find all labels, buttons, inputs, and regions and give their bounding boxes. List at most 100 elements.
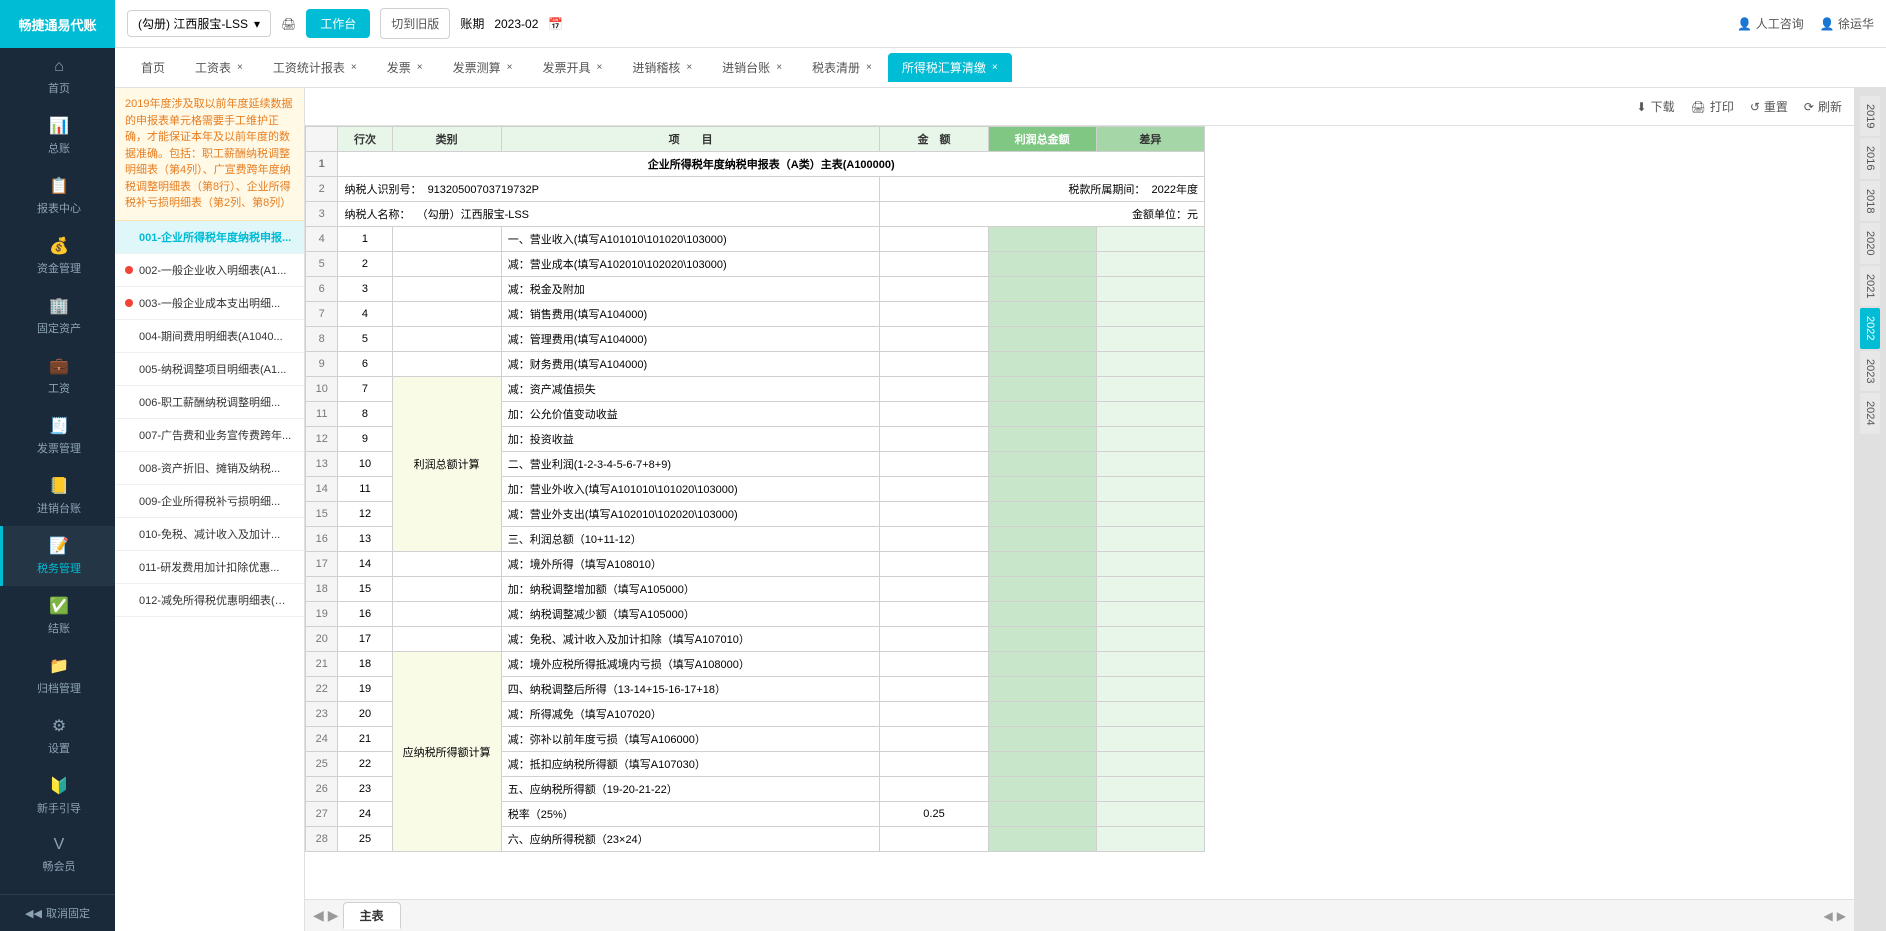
year-item-2016[interactable]: 2016 [1860,138,1880,178]
profit-2[interactable] [988,252,1096,277]
tab-invoice-open[interactable]: 发票开具× [528,53,616,82]
diff-18[interactable] [1096,652,1204,677]
diff-7[interactable] [1096,377,1204,402]
prev-sheet-icon[interactable]: ◀ [313,907,324,924]
diff-4[interactable] [1096,302,1204,327]
reset-button[interactable]: ↺ 重置 [1750,98,1788,115]
amount-25[interactable] [880,827,988,852]
tab-home[interactable]: 首页 [127,53,179,82]
diff-20[interactable] [1096,702,1204,727]
amount-2[interactable] [880,252,988,277]
profit-23[interactable] [988,777,1096,802]
sidebar-item-tax-mgmt[interactable]: 📝 税务管理 [0,526,115,586]
diff-2[interactable] [1096,252,1204,277]
sidebar-item-member[interactable]: V 畅会员 [0,826,115,884]
amount-15[interactable] [880,577,988,602]
amount-17[interactable] [880,627,988,652]
form-item-003[interactable]: 003-一般企业成本支出明细... [115,287,304,320]
profit-14[interactable] [988,552,1096,577]
year-item-2019[interactable]: 2019 [1860,96,1880,136]
year-item-2022[interactable]: 2022 [1860,308,1880,348]
diff-12[interactable] [1096,502,1204,527]
table-container[interactable]: 行次 类别 项 目 金 额 利润总金额 差异 1 企业所得税年度纳税申报表（A类… [305,126,1854,899]
year-item-2018[interactable]: 2018 [1860,181,1880,221]
next-sheet-icon[interactable]: ▶ [328,907,339,924]
sidebar-item-new-guide[interactable]: 🔰 新手引导 [0,766,115,826]
form-item-005[interactable]: 005-纳税调整项目明细表(A1... [115,353,304,386]
tab-invoice[interactable]: 发票× [373,53,437,82]
form-item-002[interactable]: 002-一般企业收入明细表(A1... [115,254,304,287]
tab-close-tax-clear[interactable]: × [866,62,872,73]
calendar-icon[interactable]: 📅 [548,17,563,31]
amount-21[interactable] [880,727,988,752]
print-icon-header[interactable]: 🖨 [281,17,296,31]
diff-14[interactable] [1096,552,1204,577]
profit-18[interactable] [988,652,1096,677]
sheet-nav[interactable]: ◀ ▶ [313,907,339,924]
switch-version-button[interactable]: 切到旧版 [380,8,450,39]
amount-11[interactable] [880,477,988,502]
refresh-button[interactable]: ⟳ 刷新 [1804,98,1842,115]
sheet-tab-main[interactable]: 主表 [343,902,401,929]
amount-10[interactable] [880,452,988,477]
diff-11[interactable] [1096,477,1204,502]
tab-close-payroll-stats[interactable]: × [351,62,357,73]
diff-17[interactable] [1096,627,1204,652]
diff-10[interactable] [1096,452,1204,477]
tab-close-income-tax[interactable]: × [992,62,998,73]
company-selector[interactable]: (勾册) 江西服宝-LSS ▾ [127,10,271,37]
sidebar-item-payroll[interactable]: 💼 工资 [0,346,115,406]
profit-24[interactable] [988,802,1096,827]
diff-25[interactable] [1096,827,1204,852]
username[interactable]: 👤 徐运华 [1820,15,1874,32]
diff-13[interactable] [1096,527,1204,552]
diff-23[interactable] [1096,777,1204,802]
form-item-006[interactable]: 006-职工薪酬纳税调整明细... [115,386,304,419]
diff-22[interactable] [1096,752,1204,777]
profit-10[interactable] [988,452,1096,477]
amount-8[interactable] [880,402,988,427]
profit-17[interactable] [988,627,1096,652]
sidebar-footer[interactable]: ◀◀ 取消固定 [0,894,115,931]
year-item-2021[interactable]: 2021 [1860,266,1880,306]
form-item-001[interactable]: 001-企业所得税年度纳税申报... [115,221,304,254]
tab-invoice-check[interactable]: 进销稽核× [618,53,706,82]
sidebar-item-fund[interactable]: 💰 资金管理 [0,226,115,286]
diff-6[interactable] [1096,352,1204,377]
tab-close-invoice-check[interactable]: × [686,62,692,73]
user-service[interactable]: 👤 人工咨询 [1737,15,1803,32]
amount-14[interactable] [880,552,988,577]
year-item-2023[interactable]: 2023 [1860,351,1880,391]
sidebar-item-report[interactable]: 📋 报表中心 [0,166,115,226]
profit-15[interactable] [988,577,1096,602]
profit-5[interactable] [988,327,1096,352]
sidebar-item-fixed-assets[interactable]: 🏢 固定资产 [0,286,115,346]
print-button[interactable]: 🖨 打印 [1691,98,1734,115]
form-item-011[interactable]: 011-研发费用加计扣除优惠... [115,551,304,584]
profit-4[interactable] [988,302,1096,327]
diff-1[interactable] [1096,227,1204,252]
form-item-007[interactable]: 007-广告费和业务宣传费跨年... [115,419,304,452]
scroll-left-icon[interactable]: ◀ [1824,909,1833,923]
diff-21[interactable] [1096,727,1204,752]
profit-3[interactable] [988,277,1096,302]
amount-7[interactable] [880,377,988,402]
sidebar-item-settlement[interactable]: ✅ 结账 [0,586,115,646]
amount-6[interactable] [880,352,988,377]
diff-5[interactable] [1096,327,1204,352]
form-item-004[interactable]: 004-期间费用明细表(A1040... [115,320,304,353]
tab-income-tax[interactable]: 所得税汇算清缴× [888,53,1012,82]
amount-24[interactable]: 0.25 [880,802,988,827]
profit-16[interactable] [988,602,1096,627]
form-item-012[interactable]: 012-减免所得税优惠明细表(… [115,584,304,617]
sidebar-item-settings[interactable]: ⚙ 设置 [0,706,115,766]
profit-8[interactable] [988,402,1096,427]
profit-20[interactable] [988,702,1096,727]
download-button[interactable]: ⬇ 下载 [1637,98,1675,115]
profit-7[interactable] [988,377,1096,402]
tab-invoice-account[interactable]: 进销台账× [708,53,796,82]
amount-20[interactable] [880,702,988,727]
tab-close-invoice-account[interactable]: × [776,62,782,73]
amount-1[interactable] [880,227,988,252]
year-item-2024[interactable]: 2024 [1860,393,1880,433]
